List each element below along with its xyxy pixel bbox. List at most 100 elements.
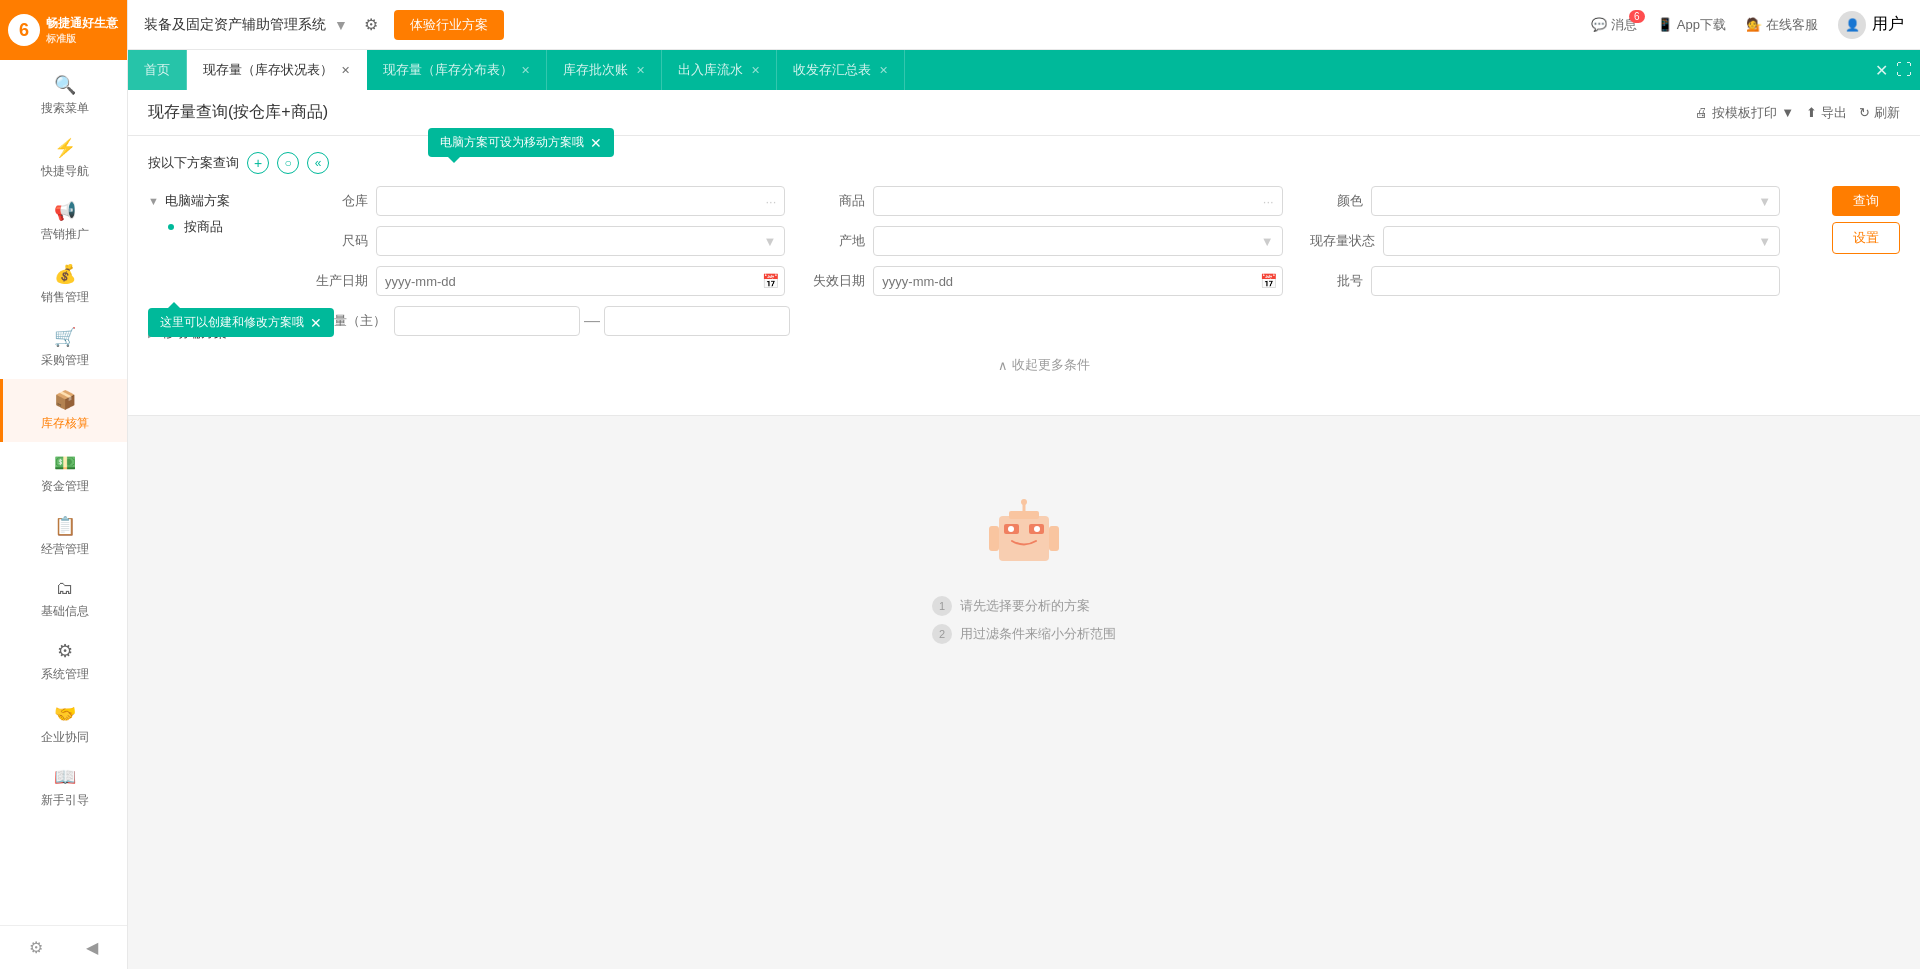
dot-by-goods bbox=[168, 224, 174, 230]
stock-main-from[interactable] bbox=[394, 306, 580, 336]
step-1-text: 请先选择要分析的方案 bbox=[960, 597, 1090, 615]
filter-exp-date: 失效日期 📅 bbox=[805, 266, 1282, 296]
color-select-wrapper: ▼ bbox=[1371, 186, 1780, 216]
tab-inout-flow[interactable]: 出入库流水 ✕ bbox=[662, 50, 777, 90]
logo-badge: 标准版 bbox=[46, 32, 118, 46]
tab-batch-account-close[interactable]: ✕ bbox=[636, 64, 645, 77]
step-num-2: 2 bbox=[932, 624, 952, 644]
sales-icon: 💰 bbox=[54, 263, 76, 285]
filter-circle-btn[interactable]: ○ bbox=[277, 152, 299, 174]
stock-main-to[interactable] bbox=[604, 306, 790, 336]
tab-inventory-dist[interactable]: 现存量（库存分布表） ✕ bbox=[367, 50, 547, 90]
sidebar-item-system[interactable]: ⚙ 系统管理 bbox=[0, 630, 127, 693]
color-arrow: ▼ bbox=[1758, 194, 1771, 209]
basic-icon: 🗂 bbox=[56, 578, 74, 599]
user-menu[interactable]: 👤 用户 bbox=[1838, 11, 1904, 39]
finance-icon: 💵 bbox=[54, 452, 76, 474]
color-label: 颜色 bbox=[1303, 192, 1363, 210]
tab-inventory-dist-close[interactable]: ✕ bbox=[521, 64, 530, 77]
solution-btn[interactable]: 体验行业方案 bbox=[394, 10, 504, 40]
prod-date-wrapper: 📅 bbox=[376, 266, 785, 296]
goods-select[interactable]: ··· bbox=[873, 186, 1282, 216]
tab-inout-flow-close[interactable]: ✕ bbox=[751, 64, 760, 77]
sidebar-item-guide[interactable]: 📖 新手引导 bbox=[0, 756, 127, 819]
sidebar-item-basic[interactable]: 🗂 基础信息 bbox=[0, 568, 127, 630]
app-download-btn[interactable]: 📱 App下载 bbox=[1657, 16, 1726, 34]
sidebar-item-finance[interactable]: 💵 资金管理 bbox=[0, 442, 127, 505]
collapse-sidebar-btn[interactable]: ◀ bbox=[86, 938, 98, 957]
export-btn[interactable]: ⬆ 导出 bbox=[1806, 104, 1847, 122]
tabbar: 首页 现存量（库存状况表） ✕ 现存量（库存分布表） ✕ 库存批次账 ✕ 出入库… bbox=[128, 50, 1920, 90]
stock-status-label: 现存量状态 bbox=[1303, 232, 1375, 250]
app-download-label: App下载 bbox=[1677, 16, 1726, 34]
tabbar-actions: ✕ ⛶ bbox=[1875, 61, 1920, 80]
enterprise-icon: 🤝 bbox=[54, 703, 76, 725]
empty-step-2: 2 用过滤条件来缩小分析范围 bbox=[932, 624, 1116, 644]
prod-date-input[interactable] bbox=[376, 266, 785, 296]
batch-input[interactable] bbox=[1371, 266, 1780, 296]
filter-add-btn[interactable]: + bbox=[247, 152, 269, 174]
empty-state: 1 请先选择要分析的方案 2 用过滤条件来缩小分析范围 bbox=[128, 416, 1920, 712]
print-btn[interactable]: 🖨 按模板打印 ▼ bbox=[1695, 104, 1794, 122]
goods-dots: ··· bbox=[1263, 194, 1274, 209]
expand-tabs-btn[interactable]: ⛶ bbox=[1896, 61, 1912, 79]
online-service-btn[interactable]: 💁 在线客服 bbox=[1746, 16, 1818, 34]
search-icon: 🔍 bbox=[54, 74, 76, 96]
tab-inventory-status-close[interactable]: ✕ bbox=[341, 64, 350, 77]
warehouse-select[interactable]: ··· bbox=[376, 186, 785, 216]
sidebar-item-marketing[interactable]: 📢 营销推广 bbox=[0, 190, 127, 253]
tab-inventory-status[interactable]: 现存量（库存状况表） ✕ bbox=[187, 50, 367, 90]
phone-icon: 📱 bbox=[1657, 17, 1673, 32]
tab-collect-summary-close[interactable]: ✕ bbox=[879, 64, 888, 77]
topbar-gear-btn[interactable]: ⚙ bbox=[364, 15, 378, 34]
topbar: 装备及固定资产辅助管理系统 ▼ ⚙ 体验行业方案 💬 消息 6 📱 App下载 … bbox=[128, 0, 1920, 50]
search-btn[interactable]: 查询 bbox=[1832, 186, 1900, 216]
filter-back-btn[interactable]: « bbox=[307, 152, 329, 174]
tree-item-by-goods[interactable]: 按商品 bbox=[164, 214, 288, 240]
origin-select[interactable]: ▼ bbox=[873, 226, 1282, 256]
tree-desktop-node[interactable]: ▼ 电脑端方案 bbox=[148, 188, 288, 214]
size-select[interactable]: ▼ bbox=[376, 226, 785, 256]
filter-goods: 商品 ··· bbox=[805, 186, 1282, 216]
stock-status-arrow: ▼ bbox=[1758, 234, 1771, 249]
message-btn[interactable]: 💬 消息 6 bbox=[1591, 16, 1637, 34]
sidebar-label-finance: 资金管理 bbox=[41, 478, 89, 495]
purchase-icon: 🛒 bbox=[54, 326, 76, 348]
tooltip2-close-btn[interactable]: ✕ bbox=[310, 315, 322, 331]
sidebar-item-operations[interactable]: 📋 经营管理 bbox=[0, 505, 127, 568]
tab-home[interactable]: 首页 bbox=[128, 50, 187, 90]
close-all-tabs-btn[interactable]: ✕ bbox=[1875, 61, 1888, 80]
sidebar-item-search[interactable]: 🔍 搜索菜单 bbox=[0, 64, 127, 127]
step-num-1: 1 bbox=[932, 596, 952, 616]
sidebar-item-inventory[interactable]: 📦 库存核算 bbox=[0, 379, 127, 442]
tab-batch-account[interactable]: 库存批次账 ✕ bbox=[547, 50, 662, 90]
export-icon: ⬆ bbox=[1806, 105, 1817, 120]
sidebar-label-basic: 基础信息 bbox=[41, 603, 89, 620]
collapse-more-btn[interactable]: ∧ 收起更多条件 bbox=[308, 346, 1780, 384]
sidebar-item-enterprise[interactable]: 🤝 企业协同 bbox=[0, 693, 127, 756]
batch-label: 批号 bbox=[1303, 272, 1363, 290]
tab-collect-summary[interactable]: 收发存汇总表 ✕ bbox=[777, 50, 905, 90]
stock-status-select[interactable]: ▼ bbox=[1383, 226, 1780, 256]
tooltip1-close-btn[interactable]: ✕ bbox=[590, 135, 602, 151]
svg-point-7 bbox=[1021, 499, 1027, 505]
refresh-btn[interactable]: ↻ 刷新 bbox=[1859, 104, 1900, 122]
sidebar-label-inventory: 库存核算 bbox=[41, 415, 89, 432]
topbar-system: 装备及固定资产辅助管理系统 ▼ bbox=[144, 16, 348, 34]
exp-date-label: 失效日期 bbox=[805, 272, 865, 290]
sidebar-item-quick[interactable]: ⚡ 快捷导航 bbox=[0, 127, 127, 190]
tab-inventory-status-label: 现存量（库存状况表） bbox=[203, 61, 333, 79]
reset-btn[interactable]: 设置 bbox=[1832, 222, 1900, 254]
exp-date-input[interactable] bbox=[873, 266, 1282, 296]
origin-arrow: ▼ bbox=[1261, 234, 1274, 249]
size-arrow: ▼ bbox=[763, 234, 776, 249]
settings-bottom-btn[interactable]: ⚙ bbox=[29, 938, 43, 957]
sidebar-item-sales[interactable]: 💰 销售管理 bbox=[0, 253, 127, 316]
print-label: 按模板打印 bbox=[1712, 104, 1777, 122]
sidebar-item-purchase[interactable]: 🛒 采购管理 bbox=[0, 316, 127, 379]
page-actions: 🖨 按模板打印 ▼ ⬆ 导出 ↻ 刷新 bbox=[1695, 104, 1900, 122]
sidebar-nav: 🔍 搜索菜单 ⚡ 快捷导航 📢 营销推广 💰 销售管理 🛒 采购管理 📦 库存核… bbox=[0, 60, 127, 925]
inventory-icon: 📦 bbox=[54, 389, 76, 411]
color-select[interactable]: ▼ bbox=[1371, 186, 1780, 216]
solution-tree: ▼ 电脑端方案 按商品 这里可以创建和修改方案哦 ✕ ▶ 移动端方案 bbox=[148, 188, 288, 346]
